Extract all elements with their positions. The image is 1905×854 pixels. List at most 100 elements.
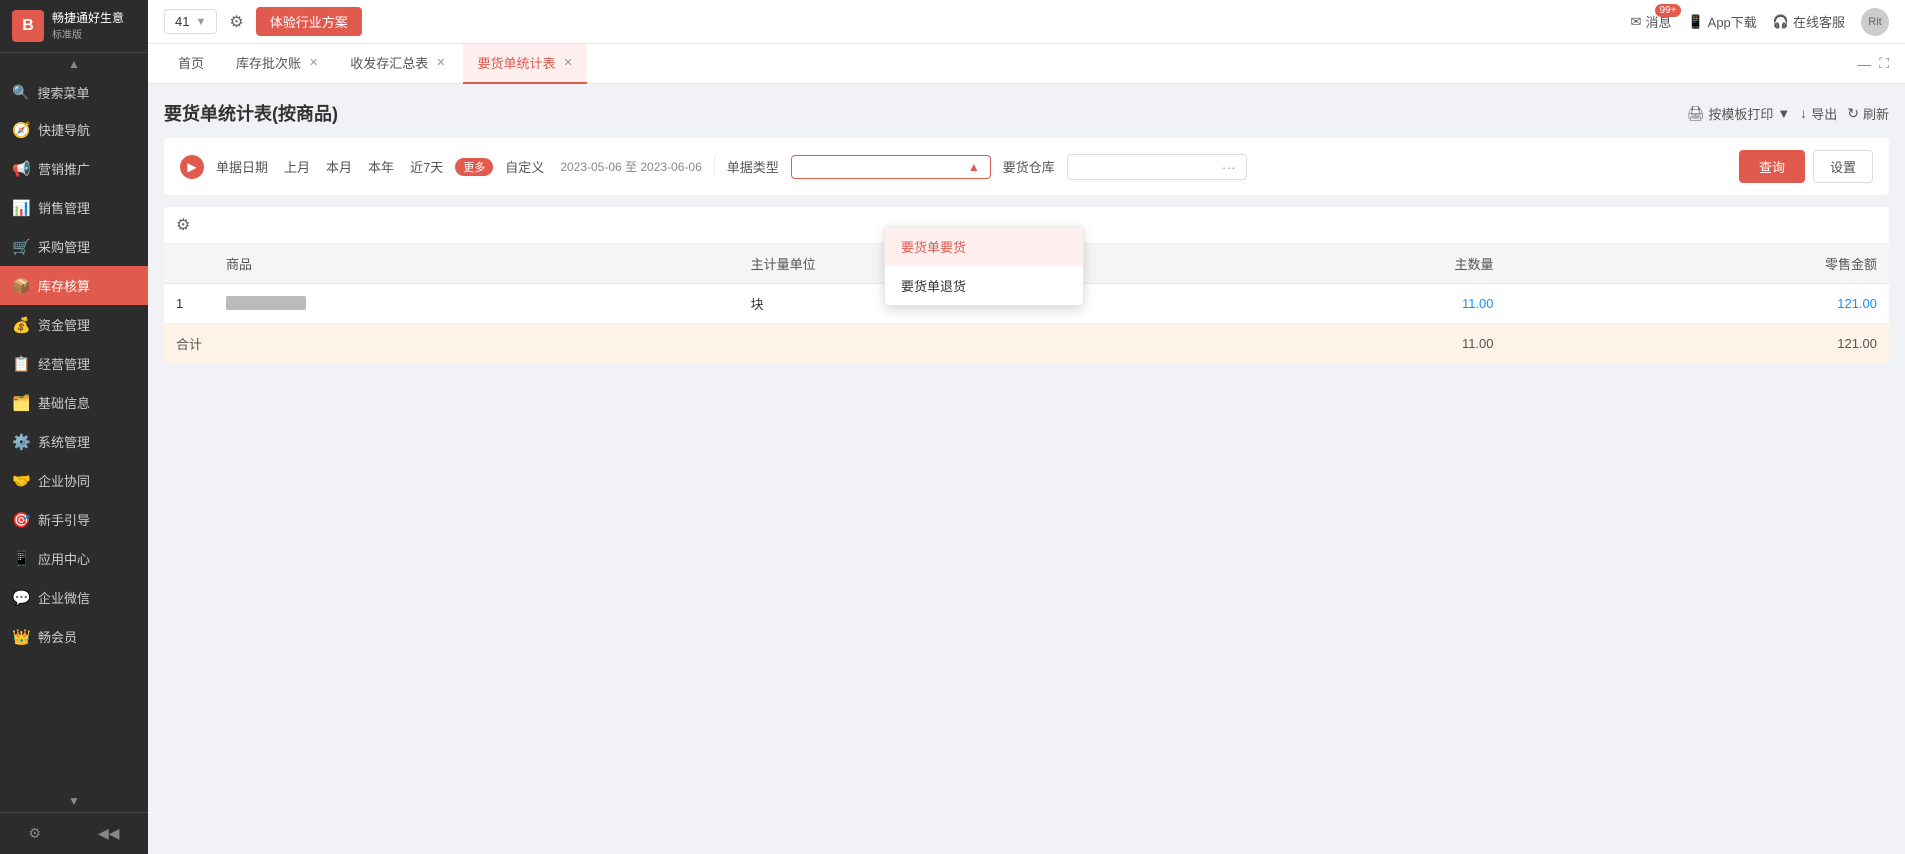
sidebar-item-system[interactable]: ⚙️ 系统管理 [0,422,148,461]
sidebar-item-member[interactable]: 👑 畅会员 [0,617,148,656]
date-last-month-btn[interactable]: 上月 [280,155,314,178]
footer-unit [739,324,1188,364]
warehouse-filter-select[interactable]: ··· [1067,154,1247,180]
header-right: ✉ 消息 99+ 📱 App下载 🎧 在线客服 Rit [1631,8,1889,36]
type-dropdown: 要货单要货 要货单退货 [884,226,1084,306]
tab-minimize-btn[interactable]: — [1857,56,1871,72]
amount-link-1[interactable]: 121.00 [1837,296,1877,311]
sidebar-item-quick-nav[interactable]: 🧭 快捷导航 [0,110,148,149]
search-icon: 🔍 [12,84,29,101]
store-selector[interactable]: 41 ▼ [164,9,217,34]
footer-label: 合计 [164,324,739,364]
app-download-btn[interactable]: 📱 App下载 [1687,12,1756,31]
date-more-btn[interactable]: 更多 [455,158,493,176]
sidebar-item-wechat[interactable]: 💬 企业微信 [0,578,148,617]
enterprise-icon: 🤝 [12,472,30,490]
sidebar-label-operations: 经营管理 [38,354,90,373]
print-btn[interactable]: 🖨 按模板打印 ▼ [1687,104,1791,123]
type-select-arrow-up-icon: ▲ [968,160,980,174]
export-btn[interactable]: ↓ 导出 [1800,104,1837,123]
warehouse-filter-label: 要货仓库 [1003,157,1055,176]
type-filter-label: 单据类型 [727,157,779,176]
operations-icon: 📋 [12,355,30,373]
date-shortcuts: 上月 本月 本年 近7天 更多 自定义 [280,155,548,178]
appstore-icon: 📱 [12,550,30,568]
avatar[interactable]: Rit [1861,8,1889,36]
search-menu-btn[interactable]: 🔍 搜索菜单 [0,75,148,110]
print-icon: 🖨 [1687,105,1705,122]
date-custom-btn[interactable]: 自定义 [501,155,548,178]
tab-inventory-batch-close[interactable]: ✕ [309,56,318,69]
filter-area: ▶ 单据日期 上月 本月 本年 近7天 更多 自定义 2023-05-06 至 … [164,138,1889,195]
sidebar-item-enterprise[interactable]: 🤝 企业协同 [0,461,148,500]
sales-icon: 📊 [12,199,30,217]
footer-qty: 11.00 [1188,324,1506,364]
warehouse-more-icon[interactable]: ··· [1222,159,1236,175]
sidebar-collapse-btn[interactable]: ◀◀ [90,821,128,846]
message-badge: 99+ [1655,4,1682,17]
top-header: 41 ▼ ⚙ 体验行业方案 ✉ 消息 99+ 📱 App下载 🎧 在线客服 Ri… [148,0,1905,44]
guide-icon: 🎯 [12,511,30,529]
date-this-month-btn[interactable]: 本月 [322,155,356,178]
sidebar-item-appstore[interactable]: 📱 应用中心 [0,539,148,578]
trial-industry-btn[interactable]: 体验行业方案 [256,7,362,36]
sidebar-label-finance: 资金管理 [38,315,90,334]
refresh-btn[interactable]: ↻ 刷新 [1847,104,1889,123]
header-left: 41 ▼ ⚙ 体验行业方案 [164,7,362,36]
tab-recv-send-close[interactable]: ✕ [436,56,445,69]
tab-maximize-btn[interactable]: ⛶ [1879,55,1889,72]
refresh-label: 刷新 [1863,104,1889,123]
product-name-blurred [226,296,306,310]
system-icon: ⚙️ [12,433,30,451]
print-label: 按模板打印 [1708,104,1773,123]
store-name: 41 [175,14,189,29]
tab-recv-send-label: 收发存汇总表 [350,53,428,72]
inventory-icon: 📦 [12,277,30,295]
message-btn[interactable]: ✉ 消息 99+ [1631,12,1672,31]
sidebar-item-guide[interactable]: 🎯 新手引导 [0,500,148,539]
qty-link-1[interactable]: 11.00 [1462,296,1494,311]
tab-inventory-batch[interactable]: 库存批次账 ✕ [222,44,332,84]
page-actions: 🖨 按模板打印 ▼ ↓ 导出 ↻ 刷新 [1687,104,1889,123]
date-last-7-days-btn[interactable]: 近7天 [406,155,447,178]
table-settings-btn[interactable]: 设置 [1813,150,1873,183]
sidebar-item-purchase[interactable]: 🛒 采购管理 [0,227,148,266]
online-service-btn[interactable]: 🎧 在线客服 [1773,12,1845,31]
sidebar-settings-btn[interactable]: ⚙ [20,821,49,846]
query-btn[interactable]: 查询 [1739,150,1805,183]
sidebar-item-inventory[interactable]: 📦 库存核算 [0,266,148,305]
sidebar-item-finance[interactable]: 💰 资金管理 [0,305,148,344]
type-filter-select[interactable]: ▲ [791,155,991,179]
tab-order-stats-close[interactable]: ✕ [564,56,573,69]
dropdown-item-order-goods[interactable]: 要货单要货 [885,227,1083,266]
tab-home[interactable]: 首页 [164,44,218,84]
dropdown-item-order-return[interactable]: 要货单退货 [885,266,1083,305]
filter-actions: 查询 设置 [1739,150,1873,183]
tab-order-stats[interactable]: 要货单统计表 ✕ [463,44,586,84]
logo-icon: B [12,10,44,42]
date-this-year-btn[interactable]: 本年 [364,155,398,178]
message-icon: ✉ [1631,14,1642,30]
sidebar-bottom: ⚙ ◀◀ [0,812,148,854]
tab-inventory-batch-label: 库存批次账 [236,53,301,72]
th-seq [164,244,214,284]
table-footer-row: 合计 11.00 121.00 [164,324,1889,364]
sidebar-scroll-down[interactable]: ▼ [0,790,148,812]
header-settings-btn[interactable]: ⚙ [229,12,243,32]
sidebar-item-basic[interactable]: 🗂️ 基础信息 [0,383,148,422]
chevron-down-icon: ▼ [195,16,206,28]
app-download-icon: 📱 [1687,14,1703,30]
tab-recv-send[interactable]: 收发存汇总表 ✕ [336,44,459,84]
user-name: Rit [1868,16,1881,28]
sidebar-label-sales: 销售管理 [38,198,90,217]
column-settings-icon[interactable]: ⚙ [176,215,190,235]
sidebar-item-operations[interactable]: 📋 经营管理 [0,344,148,383]
sidebar-item-sales[interactable]: 📊 销售管理 [0,188,148,227]
sidebar-item-marketing[interactable]: 📢 营销推广 [0,149,148,188]
filter-expand-btn[interactable]: ▶ [180,155,204,179]
sidebar-scroll-up[interactable]: ▲ [0,53,148,75]
logo-area: B 畅捷通好生意 标准版 [0,0,148,53]
sidebar-label-appstore: 应用中心 [38,549,90,568]
search-menu-label: 搜索菜单 [37,83,89,102]
page-content: 要货单统计表(按商品) 🖨 按模板打印 ▼ ↓ 导出 ↻ 刷新 ▶ [148,84,1905,854]
